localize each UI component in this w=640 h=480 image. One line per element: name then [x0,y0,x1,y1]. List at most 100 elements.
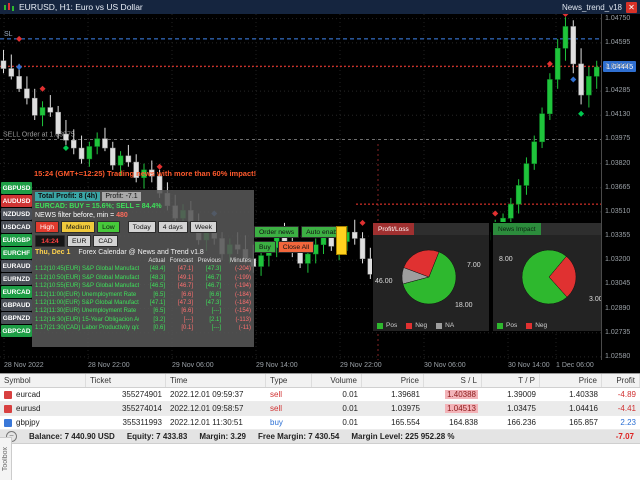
price-label: 1.03200 [605,256,631,264]
price-label: 1.02735 [605,328,631,336]
price-label: 1.04285 [605,87,631,95]
terminal-window: EURUSD, H1: Euro vs US Dollar News_trend… [0,0,640,480]
time-label: 28 Nov 2022 [4,362,44,369]
trade-table-header: Symbol Ticket Time Type Volume Price S / LT / … [0,374,640,388]
calendar-row: 1:12(10:55(EUR) S&P Global Manufacturing… [35,283,251,290]
time-axis[interactable]: 28 Nov 2022 28 Nov 22:00 29 Nov 06:00 29 No… [0,360,640,373]
news-impact-pie-panel: News Impact 8.00 3.00 Pos Neg [492,222,613,332]
profit-loss-legend: Pos Neg NA [377,322,454,329]
chart-plot-area[interactable]: SL SELL Order at 1.03975 15:24 (GMT+=12:2… [0,14,613,360]
sl-proximity-alert: 1.40388 [445,390,478,399]
news-ea-panel: Total Profit: 8 (4h) Profit: -7.1 EURCAD… [32,190,254,347]
profit-loss-pie-panel: Profit/Loss 46.00 7.00 18.00 Pos Neg NA [372,222,490,332]
news-impact-legend: Pos Neg [497,322,547,329]
calendar-title: Forex Calendar @ News and Trend v1.8 [78,249,204,256]
summary-metric: Margin Level: 225 952.28 % [351,432,455,441]
range-button-week[interactable]: Week [189,221,218,233]
range-button-4-days[interactable]: 4 days [157,221,188,233]
news-impact-tab[interactable]: News Impact [493,223,541,235]
symbol-chip-audusd[interactable]: AUDUSD [1,195,32,207]
filter-value: 480 [116,212,128,219]
range-button-today[interactable]: Today [127,221,156,233]
svg-text:8.00: 8.00 [499,256,513,263]
calendar-row-list: 1:12(10:45(EUR) S&P Global Manufacturing… [35,265,251,332]
symbol-chip-nzdusd[interactable]: NZDUSD [1,208,32,220]
symbol-chip-eurnzd[interactable]: EURNZD [1,273,32,285]
column-header[interactable]: S / L [424,374,482,387]
panel-collapse-handle[interactable] [336,226,347,255]
close-all-button[interactable]: Close All [277,241,315,253]
news-impact-pie-chart: 8.003.00 [499,249,603,305]
column-header[interactable]: Symbol [0,374,86,387]
legend-item-pos: Pos [377,322,397,329]
impact-button-medium[interactable]: Medium [60,221,96,233]
total-open-profit: -7.07 [615,432,634,441]
impact-button-high[interactable]: High [35,221,59,233]
symbol-chip-eurgbp[interactable]: EURGBP [1,234,32,246]
legend-item-na: NA [436,322,454,329]
trade-row-gbpjpy[interactable]: gbpjpy 355311993 2022.12.01 11:30:51 buy 0.0… [0,416,640,430]
trade-table-body: eurcad 355274901 2022.12.01 09:59:37 sell 0.… [0,388,640,430]
order-news-button[interactable]: Order news [254,226,300,238]
signal-text: EURCAD: BUY = 15.6%; SELL = 84.4% [35,203,162,210]
price-label: 1.02580 [605,352,631,360]
news-countdown-badge: 14:24 [35,235,65,247]
legend-item-neg: Neg [526,322,547,329]
column-header[interactable]: Price [362,374,424,387]
calendar-row: 1:12(11:00(EUR) Unemployment Rate [6.5] [6… [35,291,251,298]
calendar-row: 1:12(11:30(EUR) Unemployment Rate [6.5] [6… [35,308,251,315]
current-profit-badge: Profit: -7.1 [102,192,141,201]
price-label: 1.03820 [605,159,631,167]
close-indicator-button[interactable]: ✕ [626,1,637,13]
symbol-chip-euraud[interactable]: EURAUD [1,260,32,272]
summary-metric: Equity: 7 433.83 [126,432,188,441]
symbol-chip-usdcad[interactable]: USDCAD [1,221,32,233]
profit-loss-pie-chart: 46.00 7.00 18.00 [375,249,481,309]
symbol-chip-gbpusd[interactable]: GBPUSD [1,182,32,194]
time-label: 30 Nov 14:00 [508,362,550,369]
toolbox-trade-panel: Symbol Ticket Time Type Volume Price S / LT / … [0,373,640,480]
summary-metric: Margin: 3.29 [199,432,246,441]
news-alert-text: 15:24 (GMT+=12:25) Trading news with mor… [34,169,257,178]
column-header[interactable]: Volume [312,374,362,387]
calendar-row: 1:17(21:30(CAD) Labor Productivity q/q [0… [35,325,251,332]
trade-row-eurcad[interactable]: eurcad 355274901 2022.12.01 09:59:37 sell 0.… [0,388,640,402]
trade-row-eurusd[interactable]: eurusd 355274014 2022.12.01 09:58:57 sell 0.… [0,402,640,416]
column-header[interactable]: Price [540,374,602,387]
symbol-chip-eurcad[interactable]: EURCAD [1,286,32,298]
calendar-date: Thu, Dec 1 [35,249,71,256]
time-label: 28 Nov 22:00 [88,362,130,369]
buy-button[interactable]: Buy [254,241,276,253]
currency-button-eur[interactable]: EUR [67,235,92,247]
symbol-chip-eurchf[interactable]: EURCHF [1,247,32,259]
ea-action-buttons: Order news Auto enable Buy Close All [254,226,348,256]
column-header[interactable]: Type [266,374,312,387]
impact-button-low[interactable]: Low [97,221,120,233]
price-label: 1.04130 [605,111,631,119]
time-label: 29 Nov 06:00 [172,362,214,369]
time-label: 29 Nov 14:00 [256,362,298,369]
price-scale[interactable]: 1.04445 1.04750 1.04595 1.04440 1.04285 1.04… [601,14,640,360]
price-label: 1.04595 [605,38,631,46]
symbol-chip-gbpaud[interactable]: GBPAUD [1,299,32,311]
symbol-chip-list: GBPUSD AUDUSD NZDUSD USDCAD EURGBP EURCHF EURA… [1,182,32,337]
column-header[interactable]: Time [166,374,266,387]
summary-metric: Free Margin: 7 430.54 [258,432,340,441]
impact-button-row: High Medium Low Today 4 days Week [35,221,251,233]
symbol-chip-gbpcad[interactable]: GBPCAD [1,325,32,337]
profit-loss-tab[interactable]: Profit/Loss [373,223,414,235]
column-header[interactable]: Ticket [86,374,166,387]
chart-title-bar: EURUSD, H1: Euro vs US Dollar News_trend… [0,0,640,14]
time-label: 29 Nov 22:00 [340,362,382,369]
toolbox-side-tab[interactable]: Toolbox [0,437,12,480]
currency-button-row: 14:24 EUR CAD [35,235,251,247]
symbol-chip-gbpnzd[interactable]: GBPNZD [1,312,32,324]
column-header[interactable]: T / P [482,374,540,387]
chart-title: EURUSD, H1: Euro vs US Dollar [19,2,143,12]
column-header[interactable]: Profit [602,374,640,387]
time-label: 30 Nov 06:00 [424,362,466,369]
legend-item-neg: Neg [406,322,427,329]
price-label: 1.04750 [605,14,631,22]
currency-button-cad[interactable]: CAD [93,235,118,247]
candlestick-chart-icon [3,2,15,12]
